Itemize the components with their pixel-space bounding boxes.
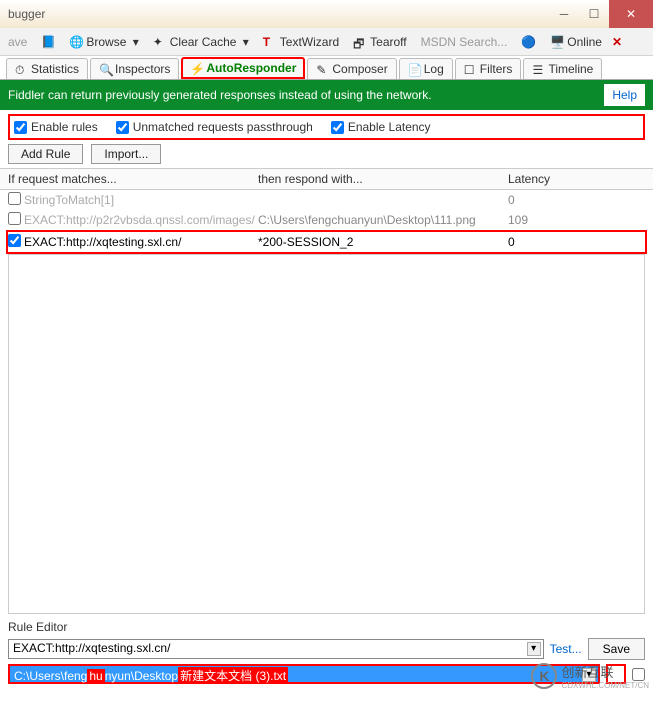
button-row: Add Rule Import... <box>0 142 653 168</box>
filter-icon: ☐ <box>464 63 476 75</box>
textwizard-icon: T <box>263 35 277 49</box>
match-combobox[interactable]: EXACT:http://xqtesting.sxl.cn/ ▾ <box>8 639 544 659</box>
tearoff-icon: 🗗 <box>353 35 367 49</box>
browse-tool[interactable]: 🌐Browse ▾ <box>65 33 142 51</box>
tab-filters[interactable]: ☐Filters <box>455 58 522 79</box>
lightning-icon: ⚡ <box>190 62 202 74</box>
respond-combobox[interactable]: C:\Users\fenghunyun\Desktop新建文本文档 (3).tx… <box>8 664 600 684</box>
watermark-logo-icon: K <box>531 663 557 689</box>
help-link[interactable]: Help <box>604 84 645 106</box>
tab-statistics[interactable]: ⏱Statistics <box>6 58 88 79</box>
book-icon[interactable]: 📘 <box>37 33 59 51</box>
title-bar: bugger ─ ☐ ✕ <box>0 0 653 28</box>
help-icon[interactable]: 🔵 <box>517 33 540 51</box>
rule-editor-label: Rule Editor <box>0 618 653 636</box>
close-toolbar-icon[interactable]: ✕ <box>612 35 622 49</box>
match-editor-row: EXACT:http://xqtesting.sxl.cn/ ▾ Test...… <box>0 636 653 662</box>
main-toolbar: ave 📘 🌐Browse ▾ ✦Clear Cache ▾ TTextWiza… <box>0 28 653 56</box>
options-bar: Enable rules Unmatched requests passthro… <box>8 114 645 140</box>
tab-composer[interactable]: ✎Composer <box>307 58 396 79</box>
row-checkbox[interactable] <box>8 192 21 205</box>
window-title: bugger <box>8 7 45 21</box>
clock-icon: ⏱ <box>15 63 27 75</box>
inspect-icon: 🔍 <box>99 63 111 75</box>
textwizard-tool[interactable]: TTextWizard <box>259 33 343 51</box>
row-checkbox[interactable] <box>8 234 21 247</box>
header-latency[interactable]: Latency <box>508 172 588 186</box>
tabs-row: ⏱Statistics 🔍Inspectors ⚡AutoResponder ✎… <box>0 56 653 80</box>
watermark: K 创新互联 CDXWHL.COM/NET/CN <box>531 662 649 690</box>
import-button[interactable]: Import... <box>91 144 161 164</box>
search-box[interactable]: MSDN Search... <box>417 35 512 49</box>
enable-latency-checkbox[interactable]: Enable Latency <box>331 120 431 134</box>
window-controls: ─ ☐ ✕ <box>549 0 653 28</box>
row-checkbox[interactable] <box>8 212 21 225</box>
tab-inspectors[interactable]: 🔍Inspectors <box>90 58 179 79</box>
maximize-button[interactable]: ☐ <box>579 0 609 28</box>
tab-autoresponder[interactable]: ⚡AutoResponder <box>181 57 305 79</box>
log-icon: 📄 <box>408 63 420 75</box>
save-button[interactable]: Save <box>588 638 645 660</box>
save-tool[interactable]: ave <box>4 33 31 51</box>
rules-table-header: If request matches... then respond with.… <box>0 168 653 190</box>
info-bar: Fiddler can return previously generated … <box>0 80 653 110</box>
add-rule-button[interactable]: Add Rule <box>8 144 83 164</box>
compose-icon: ✎ <box>316 63 328 75</box>
close-window-button[interactable]: ✕ <box>609 0 653 28</box>
online-icon: 🖥️ <box>550 35 564 49</box>
clear-cache-icon: ✦ <box>153 35 167 49</box>
timeline-icon: ☰ <box>532 63 544 75</box>
info-text: Fiddler can return previously generated … <box>8 88 432 102</box>
globe-icon: 🌐 <box>69 35 83 49</box>
rules-list-area[interactable] <box>8 254 645 614</box>
chevron-down-icon[interactable]: ▾ <box>527 642 541 656</box>
tab-timeline[interactable]: ☰Timeline <box>523 58 602 79</box>
table-row[interactable]: EXACT:http://p2r2vbsda.qnssl.com/images/… <box>0 210 653 230</box>
header-match[interactable]: If request matches... <box>8 172 258 186</box>
tab-log[interactable]: 📄Log <box>399 58 453 79</box>
table-row[interactable]: StringToMatch[1] 0 <box>0 190 653 210</box>
online-tool[interactable]: 🖥️Online <box>546 33 606 51</box>
minimize-button[interactable]: ─ <box>549 0 579 28</box>
clear-cache-tool[interactable]: ✦Clear Cache ▾ <box>149 33 253 51</box>
enable-rules-checkbox[interactable]: Enable rules <box>14 120 98 134</box>
table-row-selected[interactable]: EXACT:http://xqtesting.sxl.cn/ *200-SESS… <box>6 230 647 254</box>
header-respond[interactable]: then respond with... <box>258 172 508 186</box>
unmatched-passthrough-checkbox[interactable]: Unmatched requests passthrough <box>116 120 313 134</box>
tearoff-tool[interactable]: 🗗Tearoff <box>349 33 410 51</box>
test-link[interactable]: Test... <box>550 642 582 656</box>
